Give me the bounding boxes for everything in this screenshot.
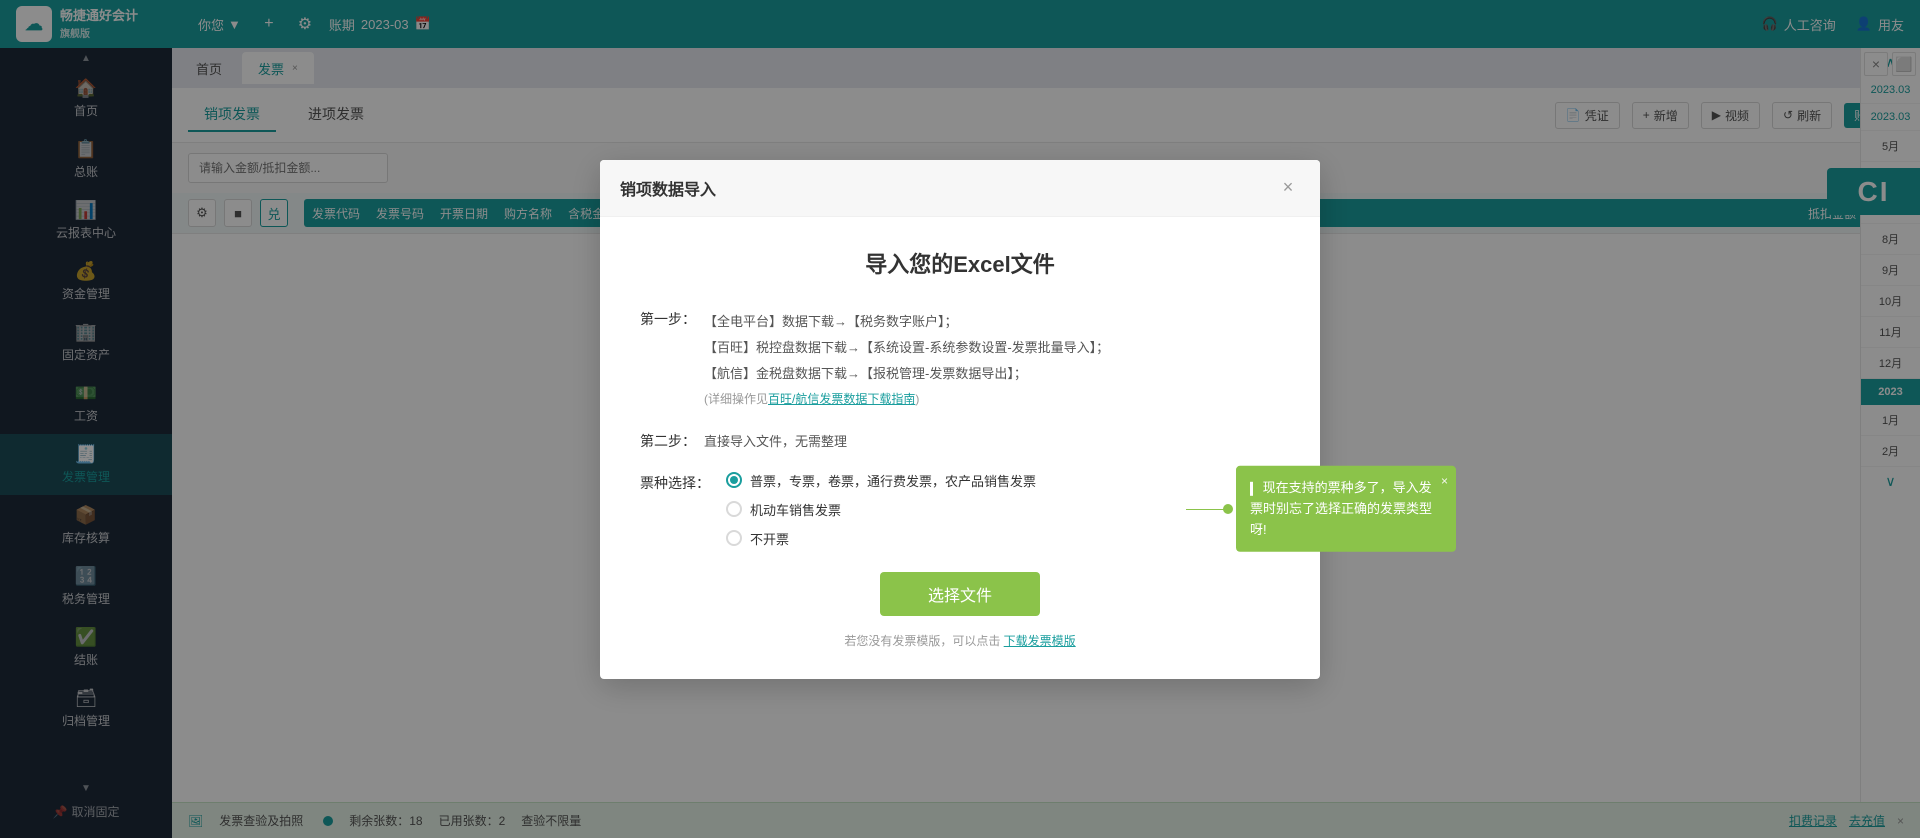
ticket-label: 票种选择：: [640, 473, 710, 493]
radio-none-circle: [726, 530, 742, 546]
radio-none[interactable]: 不开票: [726, 529, 1036, 548]
radio-normal-label: 普票，专票，卷票，通行费发票，农产品销售发票: [750, 471, 1036, 490]
tooltip-text: 现在支持的票种多了，导入发票时别忘了选择正确的发票类型呀!: [1250, 480, 1432, 537]
radio-normal[interactable]: 普票，专票，卷票，通行费发票，农产品销售发票: [726, 471, 1036, 490]
modal-header: 销项数据导入 ×: [600, 160, 1320, 217]
step1-line2: 【百旺】税控盘数据下载→【系统设置-系统参数设置-发票批量导入】；: [704, 335, 1109, 361]
radio-motor[interactable]: 机动车销售发票 现在支持的票种多了，导入发票时别忘了选择正确的发票类型呀! ×: [726, 500, 1036, 519]
step1-content: 【全电平台】数据下载→【税务数字账户】； 【百旺】税控盘数据下载→【系统设置-系…: [704, 309, 1109, 411]
tooltip-close[interactable]: ×: [1441, 472, 1448, 491]
step2-label: 第二步：: [640, 431, 696, 451]
step1-link-prefix: (详细操作见: [704, 392, 768, 406]
step1-line3: 【航信】金税盘数据下载→【报税管理-发票数据导出】；: [704, 361, 1109, 387]
radio-group: 普票，专票，卷票，通行费发票，农产品销售发票 机动车销售发票: [726, 471, 1036, 548]
ticket-section: 票种选择： 普票，专票，卷票，通行费发票，农产品销售发票 机动车销售: [640, 471, 1280, 548]
tooltip-bar: [1250, 481, 1253, 495]
modal-dialog: 销项数据导入 × 导入您的Excel文件 第一步： 【全电平台】数据下载→【税务…: [600, 160, 1320, 679]
radio-motor-circle: [726, 501, 742, 517]
step-2-row: 第二步： 直接导入文件，无需整理: [640, 431, 1280, 451]
radio-normal-circle: [726, 472, 742, 488]
select-file-button[interactable]: 选择文件: [880, 572, 1040, 616]
tooltip-connector: [1186, 509, 1226, 510]
modal-file-title: 导入您的Excel文件: [640, 247, 1280, 279]
modal-select-btn-area: 选择文件: [640, 572, 1280, 616]
step2-text: 直接导入文件，无需整理: [704, 431, 847, 450]
tooltip-bubble: 现在支持的票种多了，导入发票时别忘了选择正确的发票类型呀! ×: [1236, 466, 1456, 552]
download-template-link[interactable]: 下载发票模版: [1004, 634, 1076, 648]
step1-label: 第一步：: [640, 309, 696, 411]
step1-line1: 【全电平台】数据下载→【税务数字账户】；: [704, 309, 1109, 335]
download-guide-link[interactable]: 百旺/航信发票数据下载指南: [768, 392, 915, 406]
modal-footer-text: 若您没有发票模版，可以点击 下载发票模版: [640, 632, 1280, 649]
step-1-row: 第一步： 【全电平台】数据下载→【税务数字账户】； 【百旺】税控盘数据下载→【系…: [640, 309, 1280, 411]
step1-link: (详细操作见百旺/航信发票数据下载指南): [704, 387, 1109, 411]
tooltip-dot: [1223, 504, 1233, 514]
modal-body: 导入您的Excel文件 第一步： 【全电平台】数据下载→【税务数字账户】； 【百…: [600, 217, 1320, 679]
modal-title: 销项数据导入: [620, 176, 716, 200]
radio-normal-dot: [730, 476, 738, 484]
radio-none-label: 不开票: [750, 529, 789, 548]
modal-overlay[interactable]: 销项数据导入 × 导入您的Excel文件 第一步： 【全电平台】数据下载→【税务…: [0, 0, 1920, 838]
step1-link-suffix: ): [915, 392, 919, 406]
modal-close-button[interactable]: ×: [1276, 176, 1300, 200]
radio-motor-label: 机动车销售发票: [750, 500, 841, 519]
footer-text-prefix: 若您没有发票模版，可以点击: [844, 634, 1000, 648]
